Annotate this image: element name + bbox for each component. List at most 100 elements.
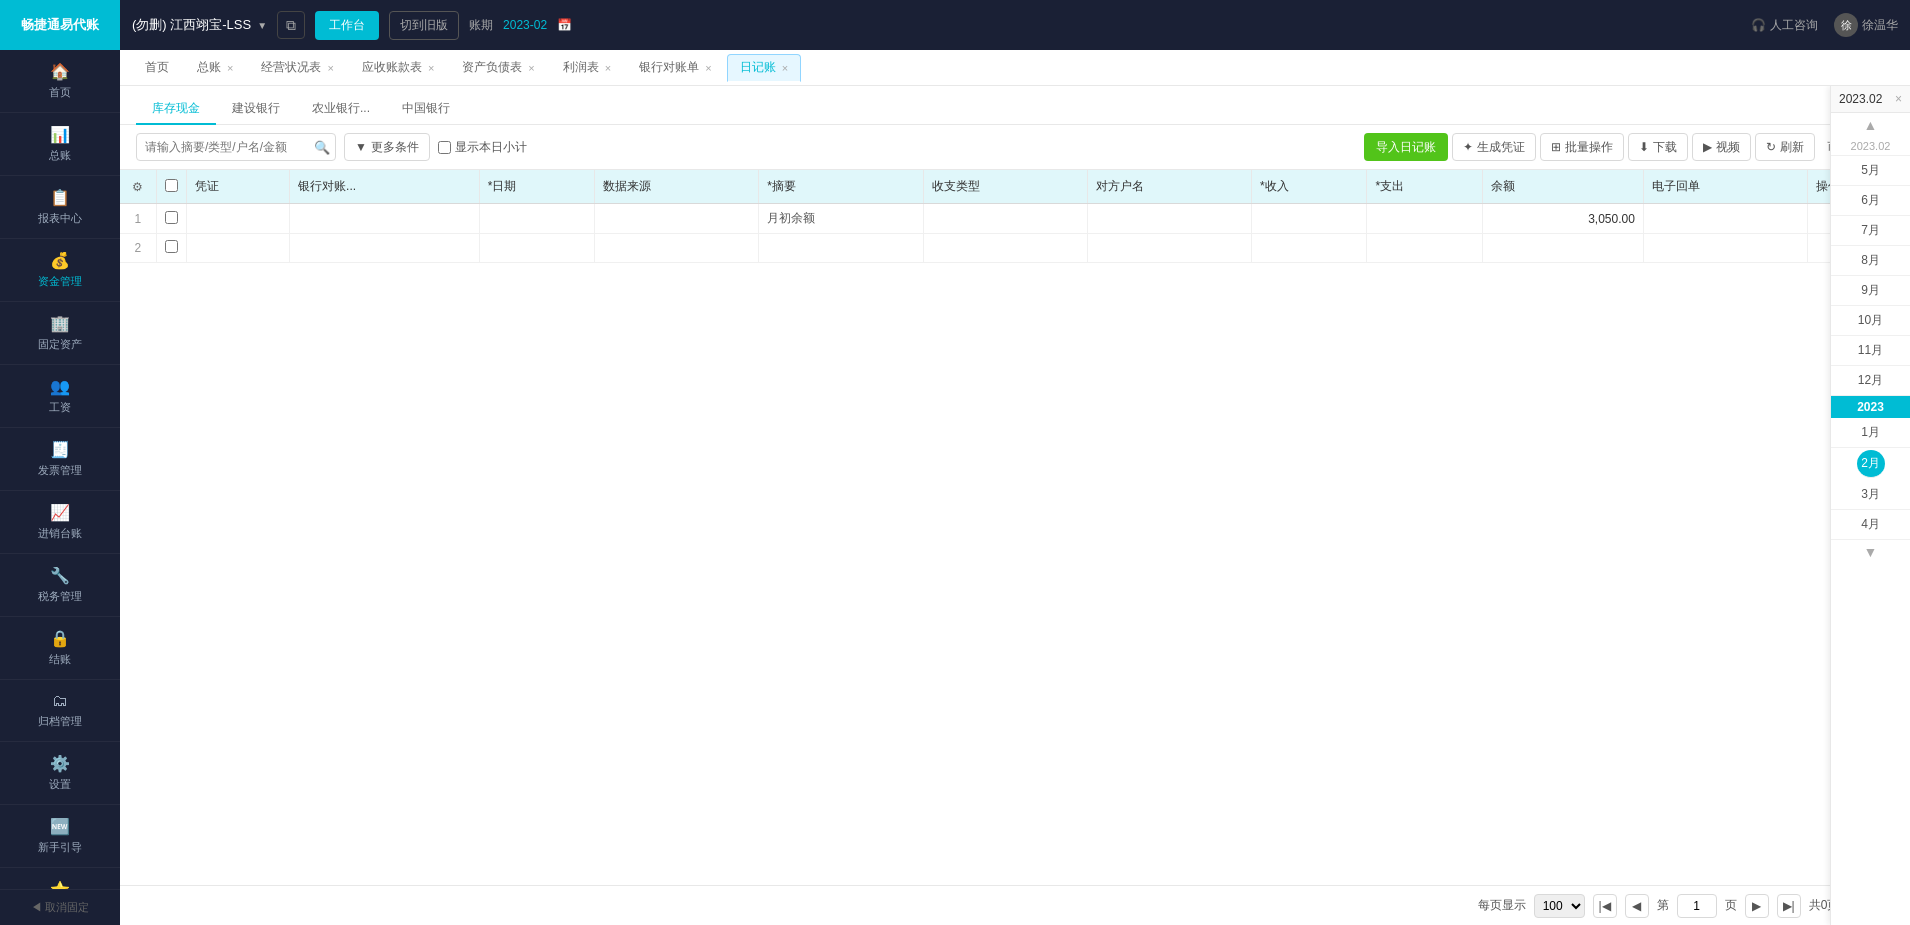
sidebar-item-settings[interactable]: ⚙️ 设置 [0,742,120,805]
calendar-icon[interactable]: 📅 [557,18,572,32]
tab-bar: 首页 总账 × 经营状况表 × 应收账款表 × 资产负债表 × 利润表 × [120,50,1910,86]
customer-service[interactable]: 🎧 人工咨询 [1751,17,1818,34]
import-journal-button[interactable]: 导入日记账 [1364,133,1448,161]
close-tab-general[interactable]: × [227,62,233,74]
video-button[interactable]: ▶ 视频 [1692,133,1751,161]
sidebar-item-closing[interactable]: 🔒 结账 [0,617,120,680]
tab-journal[interactable]: 日记账 × [727,54,801,82]
tab-operation[interactable]: 经营状况表 × [248,54,346,82]
sub-tab-agriculture[interactable]: 农业银行... [296,94,386,125]
close-tab-operation[interactable]: × [327,62,333,74]
download-button[interactable]: ⬇ 下载 [1628,133,1688,161]
search-icon[interactable]: 🔍 [314,140,330,155]
sidebar-item-archive[interactable]: 🗂 归档管理 [0,680,120,742]
sub-tab-cash[interactable]: 库存现金 [136,94,216,125]
table-row: 2 [120,234,1910,263]
scroll-down-button[interactable]: ▼ [1831,540,1910,564]
last-page-button[interactable]: ▶| [1777,894,1801,918]
sidebar-item-sales[interactable]: 📈 进销台账 [0,491,120,554]
th-bank-reconcile: 银行对账... [290,170,480,204]
page-label: 第 [1657,897,1669,914]
tab-profit[interactable]: 利润表 × [550,54,624,82]
vip-icon: ⭐ [50,880,70,889]
close-tab-journal[interactable]: × [782,62,788,74]
close-tab-receivable[interactable]: × [428,62,434,74]
sidebar-item-fixed-assets[interactable]: 🏢 固定资产 [0,302,120,365]
close-tab-assets[interactable]: × [528,62,534,74]
scroll-up-button[interactable]: ▲ [1831,113,1910,137]
batch-op-button[interactable]: ⊞ 批量操作 [1540,133,1624,161]
cell-bank-2 [290,234,480,263]
sidebar-item-invoice[interactable]: 🧾 发票管理 [0,428,120,491]
workspace-button[interactable]: 工作台 [315,11,379,40]
search-input[interactable] [136,133,336,161]
old-version-button[interactable]: 切到旧版 [389,11,459,40]
tax-icon: 🔧 [50,566,70,585]
month-4-current[interactable]: 4月 [1831,510,1910,540]
sidebar: 畅捷通易代账 🏠 首页 📊 总账 📋 报表中心 💰 资金管理 🏢 固定资产 [0,0,120,925]
sidebar-item-reports[interactable]: 📋 报表中心 [0,176,120,239]
sidebar-item-vip[interactable]: ⭐ 畅会员 [0,868,120,889]
month-6-prev[interactable]: 6月 [1831,186,1910,216]
settings-icon: ⚙️ [50,754,70,773]
sidebar-item-general[interactable]: 📊 总账 [0,113,120,176]
month-9-prev[interactable]: 9月 [1831,276,1910,306]
month-8-prev[interactable]: 8月 [1831,246,1910,276]
sidebar-item-payroll[interactable]: 👥 工资 [0,365,120,428]
per-page-select[interactable]: 100 50 200 [1534,894,1585,918]
sidebar-item-guide[interactable]: 🆕 新手引导 [0,805,120,868]
tab-receivable[interactable]: 应收账款表 × [349,54,447,82]
row-checkbox-1[interactable] [156,204,186,234]
table-checkbox-header[interactable] [156,170,186,204]
month-2-current[interactable]: 2月 [1857,450,1885,478]
sub-tab-china[interactable]: 中国银行 [386,94,466,125]
gen-voucher-button[interactable]: ✦ 生成凭证 [1452,133,1536,161]
month-5-prev[interactable]: 5月 [1831,156,1910,186]
user-profile[interactable]: 徐 徐温华 [1834,13,1898,37]
period-value[interactable]: 2023-02 [503,18,547,32]
tab-bank-reconcile[interactable]: 银行对账单 × [626,54,724,82]
invoice-icon: 🧾 [50,440,70,459]
tab-home[interactable]: 首页 [132,54,182,82]
table-settings-icon[interactable]: ⚙ [120,170,156,204]
refresh-button[interactable]: ↻ 刷新 [1755,133,1815,161]
row-checkbox-2[interactable] [156,234,186,263]
month-7-prev[interactable]: 7月 [1831,216,1910,246]
close-date-panel-button[interactable]: × [1895,92,1902,106]
copy-icon-button[interactable]: ⧉ [277,11,305,39]
sub-tab-bar: 库存现金 建设银行 农业银行... 中国银行 [120,86,1910,125]
month-1-current[interactable]: 1月 [1831,418,1910,448]
prev-page-button[interactable]: ◀ [1625,894,1649,918]
close-tab-bank-reconcile[interactable]: × [705,62,711,74]
page-input[interactable] [1677,894,1717,918]
select-all-checkbox[interactable] [165,179,178,192]
next-page-button[interactable]: ▶ [1745,894,1769,918]
show-daily-checkbox-label[interactable]: 显示本日小计 [438,139,527,156]
chevron-down-icon: ▼ [257,20,267,31]
month-11-prev[interactable]: 11月 [1831,336,1910,366]
sidebar-item-home[interactable]: 🏠 首页 [0,50,120,113]
sidebar-item-tax[interactable]: 🔧 税务管理 [0,554,120,617]
close-tab-profit[interactable]: × [605,62,611,74]
unpin-sidebar[interactable]: ◀ 取消固定 [0,889,120,925]
filter-button[interactable]: ▼ 更多条件 [344,133,430,161]
sub-tab-construction[interactable]: 建设银行 [216,94,296,125]
cell-balance-2 [1482,234,1643,263]
archive-icon: 🗂 [52,692,68,710]
first-page-button[interactable]: |◀ [1593,894,1617,918]
cell-ereceipt-1 [1643,204,1807,234]
tab-general[interactable]: 总账 × [184,54,246,82]
month-3-current[interactable]: 3月 [1831,480,1910,510]
sidebar-item-capital[interactable]: 💰 资金管理 [0,239,120,302]
cell-income-type-2 [923,234,1087,263]
show-daily-checkbox[interactable] [438,141,451,154]
payroll-icon: 👥 [50,377,70,396]
tab-assets[interactable]: 资产负债表 × [449,54,547,82]
month-10-prev[interactable]: 10月 [1831,306,1910,336]
gen-voucher-icon: ✦ [1463,140,1473,154]
cell-counterpart-2 [1087,234,1251,263]
company-selector[interactable]: (勿删) 江西翊宝-LSS ▼ [132,16,267,34]
month-12-prev[interactable]: 12月 [1831,366,1910,396]
sidebar-nav: 🏠 首页 📊 总账 📋 报表中心 💰 资金管理 🏢 固定资产 👥 工资 [0,50,120,889]
video-icon: ▶ [1703,140,1712,154]
